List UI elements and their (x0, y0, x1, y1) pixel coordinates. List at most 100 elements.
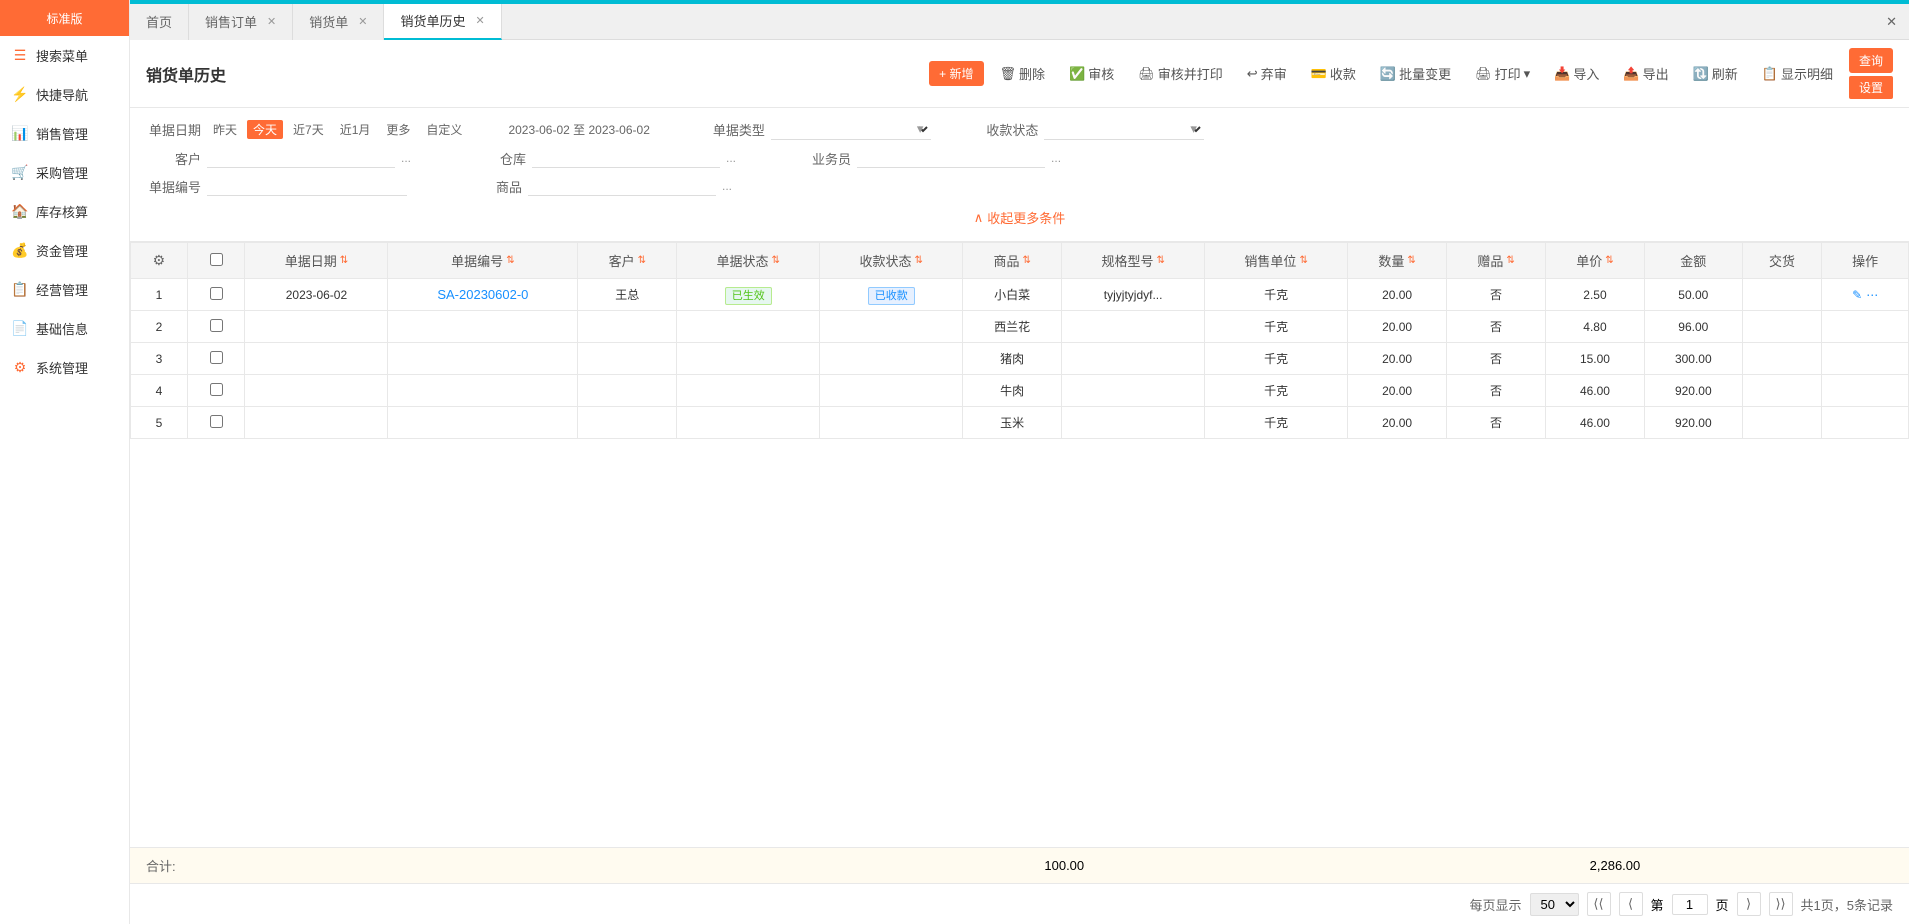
doc-no-input[interactable] (207, 176, 407, 196)
basic-info-icon: 📄 (12, 321, 28, 337)
sidebar-item-purchase-mgmt[interactable]: 🛒 采购管理 (0, 153, 129, 192)
print-button[interactable]: 🖨 打印 ▾ (1467, 60, 1538, 87)
table-container: ⚙ 单据日期⇅ 单据编号⇅ 客户⇅ 单据状态⇅ 收款状态⇅ 商品⇅ 规格型号⇅ … (130, 242, 1909, 847)
collect-button[interactable]: 💳 收款 (1303, 60, 1364, 87)
delete-button[interactable]: 🗑 删除 (992, 60, 1054, 87)
customer-dots[interactable]: ... (401, 151, 411, 165)
sidebar-item-search-menu[interactable]: ☰ 搜索菜单 (0, 36, 129, 75)
tab-sales-order[interactable]: 销售订单 ✕ (189, 4, 293, 40)
filter-date-range: 2023-06-02 至 2023-06-02 (508, 121, 649, 138)
goods-input[interactable] (528, 176, 716, 196)
col-doc-date[interactable]: 单据日期⇅ (245, 243, 388, 279)
col-doc-status[interactable]: 单据状态⇅ (677, 243, 820, 279)
sidebar-item-finance[interactable]: 💰 资金管理 (0, 231, 129, 270)
cell-goods: 牛肉 (963, 375, 1062, 407)
batch-change-button[interactable]: 🔄 批量变更 (1372, 60, 1459, 87)
warehouse-dots[interactable]: ... (726, 151, 736, 165)
date-btn-yesterday[interactable]: 昨天 (207, 120, 243, 139)
cell-transaction (1742, 407, 1822, 439)
table-footer: 合计: 100.00 2,286.00 (130, 847, 1909, 883)
query-button[interactable]: 查询 (1849, 48, 1893, 73)
payment-status-select[interactable] (1044, 118, 1204, 140)
sidebar-item-basic-info[interactable]: 📄 基础信息 (0, 309, 129, 348)
sales-mgmt-icon: 📊 (12, 126, 28, 142)
row-num: 3 (131, 343, 188, 375)
date-btn-custom[interactable]: 自定义 (420, 120, 468, 139)
tab-bar-close-all[interactable]: ✕ (1874, 14, 1909, 30)
tab-sales-history-close[interactable]: ✕ (476, 14, 485, 27)
collapse-up-icon: ∧ (974, 210, 984, 226)
col-amount: 金额 (1644, 243, 1742, 279)
refresh-button[interactable]: 🔃 刷新 (1685, 60, 1746, 87)
cell-customer (578, 311, 677, 343)
cell-customer (578, 343, 677, 375)
col-unit-price[interactable]: 单价⇅ (1546, 243, 1645, 279)
filter-row-3: 单据编号 商品 ... (146, 176, 1893, 196)
date-btn-1month[interactable]: 近1月 (334, 120, 377, 139)
cell-spec (1062, 375, 1205, 407)
review-button[interactable]: ✅ 审核 (1061, 60, 1122, 87)
staff-dots[interactable]: ... (1051, 151, 1061, 165)
customer-input[interactable] (207, 148, 395, 168)
staff-input[interactable] (857, 148, 1045, 168)
col-doc-no[interactable]: 单据编号⇅ (388, 243, 578, 279)
row-checkbox (187, 375, 245, 407)
col-goods[interactable]: 商品⇅ (963, 243, 1062, 279)
col-customer[interactable]: 客户⇅ (578, 243, 677, 279)
add-button[interactable]: + 新增 (929, 61, 983, 86)
page-input[interactable] (1672, 894, 1708, 915)
abandon-button[interactable]: ↩ 弃审 (1239, 60, 1295, 87)
doc-no-link[interactable]: SA-20230602-0 (437, 287, 528, 302)
tab-sales-history[interactable]: 销货单历史 ✕ (384, 4, 501, 40)
doc-type-label: 单据类型 (710, 120, 765, 139)
tab-home[interactable]: 首页 (130, 4, 189, 40)
collapse-btn[interactable]: ∧ 收起更多条件 (146, 204, 1893, 231)
next-page-btn[interactable]: ⟩ (1737, 892, 1761, 916)
settings-button[interactable]: 设置 (1849, 76, 1893, 99)
date-btn-7days[interactable]: 近7天 (287, 120, 330, 139)
sidebar-item-inventory[interactable]: 🏠 库存核算 (0, 192, 129, 231)
sort-icon: ⇅ (1023, 255, 1031, 266)
show-detail-button[interactable]: 📋 显示明细 (1754, 60, 1841, 87)
sidebar-item-quick-nav[interactable]: ⚡ 快捷导航 (0, 75, 129, 114)
select-all-checkbox[interactable] (210, 253, 223, 266)
tab-sales-goods[interactable]: 销货单 ✕ (293, 4, 384, 40)
cell-transaction (1742, 279, 1822, 311)
col-payment-status[interactable]: 收款状态⇅ (820, 243, 963, 279)
cell-doc-no (388, 375, 578, 407)
col-gift[interactable]: 赠品⇅ (1447, 243, 1546, 279)
col-unit[interactable]: 销售单位⇅ (1205, 243, 1348, 279)
inventory-icon: 🏠 (12, 204, 28, 220)
date-btn-today[interactable]: 今天 (247, 120, 283, 139)
first-page-btn[interactable]: ⟨⟨ (1587, 892, 1611, 916)
per-page-select[interactable]: 50 (1530, 893, 1579, 916)
table-row: 4牛肉千克20.00否46.00920.00 (131, 375, 1909, 407)
last-page-btn[interactable]: ⟩⟩ (1769, 892, 1793, 916)
sidebar-item-system-mgmt[interactable]: ⚙ 系统管理 (0, 348, 129, 387)
tab-sales-goods-close[interactable]: ✕ (358, 15, 367, 28)
date-btn-more[interactable]: 更多 (380, 120, 416, 139)
edit-action[interactable]: ✎ (1852, 288, 1862, 302)
col-transaction: 交货 (1742, 243, 1822, 279)
export-button[interactable]: 📤 导出 (1615, 60, 1676, 87)
prev-page-btn[interactable]: ⟨ (1619, 892, 1643, 916)
cell-action (1822, 311, 1909, 343)
goods-dots[interactable]: ... (722, 179, 732, 193)
sidebar-item-sales-mgmt[interactable]: 📊 销售管理 (0, 114, 129, 153)
cell-amount: 920.00 (1644, 375, 1742, 407)
sidebar-item-operations[interactable]: 📋 经营管理 (0, 270, 129, 309)
sort-icon: ⇅ (1299, 255, 1307, 266)
import-button[interactable]: 📥 导入 (1546, 60, 1607, 87)
sort-icon: ⇅ (340, 255, 348, 266)
more-action[interactable]: ⋯ (1866, 288, 1878, 302)
col-qty[interactable]: 数量⇅ (1348, 243, 1447, 279)
warehouse-input[interactable] (532, 148, 720, 168)
review-print-button[interactable]: 🖨 审核并打印 (1130, 60, 1231, 87)
cell-qty: 20.00 (1348, 343, 1447, 375)
tab-sales-order-label: 销售订单 (205, 12, 257, 31)
gear-col-icon[interactable]: ⚙ (153, 252, 166, 268)
doc-type-select[interactable] (771, 118, 931, 140)
col-spec[interactable]: 规格型号⇅ (1062, 243, 1205, 279)
tab-sales-order-close[interactable]: ✕ (267, 15, 276, 28)
import-icon: 📥 (1554, 66, 1570, 82)
